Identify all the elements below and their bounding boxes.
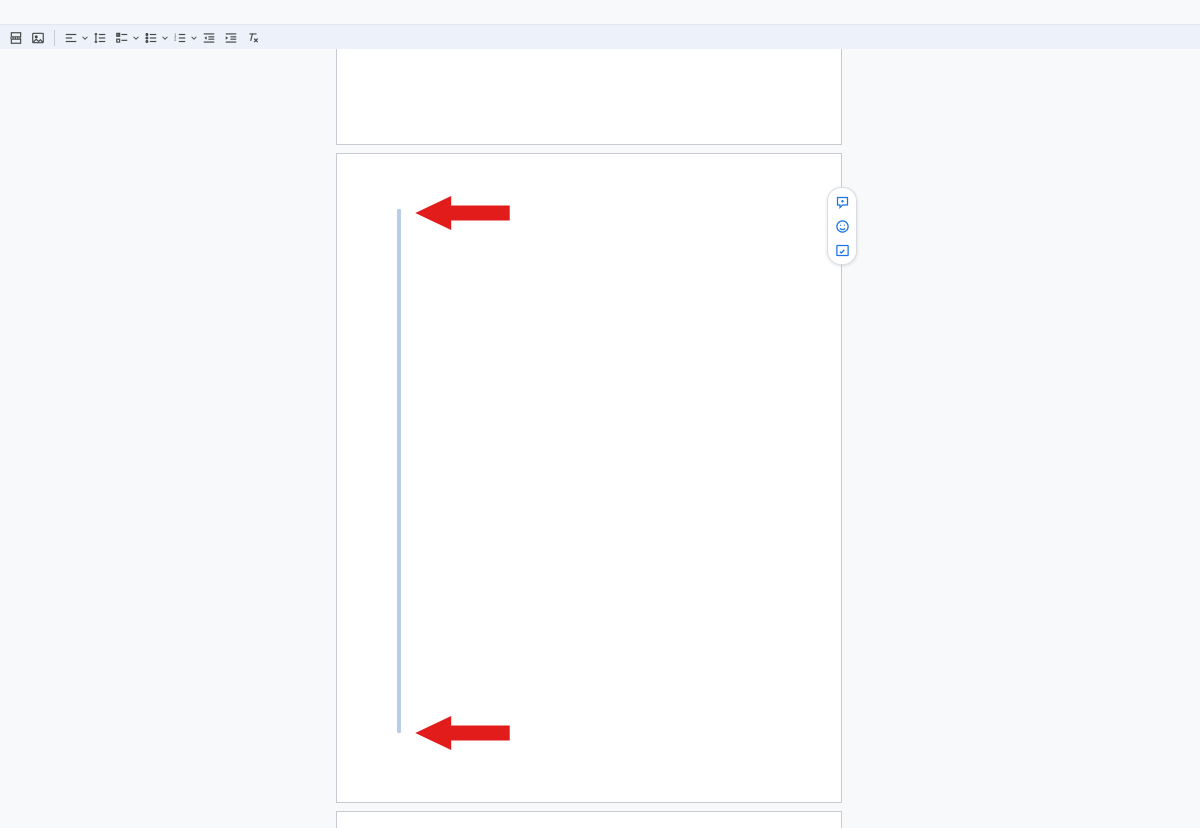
numbered-list-icon: 1 2 <box>173 31 187 45</box>
document-page[interactable] <box>336 153 842 803</box>
align-dropdown[interactable] <box>61 28 88 48</box>
svg-text:2: 2 <box>174 36 177 41</box>
add-comment-icon <box>835 195 850 210</box>
next-page-sliver[interactable]: "Do Not Enter." The sign made it clear t… <box>336 811 842 828</box>
document-canvas[interactable]: "Do Not Enter." The sign made it clear t… <box>0 49 1200 828</box>
increase-indent-button[interactable] <box>221 28 241 48</box>
suggest-edits-button[interactable] <box>830 238 854 262</box>
clear-formatting-button[interactable] <box>243 28 263 48</box>
numbered-list-dropdown[interactable]: 1 2 <box>170 28 197 48</box>
line-spacing-button[interactable] <box>90 28 110 48</box>
side-action-pill <box>827 187 857 265</box>
chevron-down-icon <box>162 35 168 41</box>
checklist-dropdown[interactable] <box>112 28 139 48</box>
emoji-icon <box>835 219 850 234</box>
line-spacing-icon <box>93 31 107 45</box>
annotation-arrow-bottom <box>415 716 510 750</box>
bulleted-list-icon <box>144 31 158 45</box>
text-selection-highlight <box>397 209 401 733</box>
decrease-indent-icon <box>202 31 216 45</box>
chevron-down-icon <box>133 35 139 41</box>
bulleted-list-dropdown[interactable] <box>141 28 168 48</box>
align-left-icon <box>64 31 78 45</box>
page-break-button[interactable] <box>6 28 26 48</box>
chevron-down-icon <box>191 35 197 41</box>
add-reaction-button[interactable] <box>830 214 854 238</box>
increase-indent-icon <box>224 31 238 45</box>
add-comment-button[interactable] <box>830 190 854 214</box>
decrease-indent-button[interactable] <box>199 28 219 48</box>
annotation-arrow-top <box>415 196 510 230</box>
clear-formatting-icon <box>246 31 260 45</box>
chevron-down-icon <box>82 35 88 41</box>
suggest-edits-icon <box>835 243 850 258</box>
toolbar-separator <box>54 30 55 46</box>
insert-image-button[interactable] <box>28 28 48 48</box>
checklist-icon <box>115 31 129 45</box>
formatting-toolbar: 1 2 <box>0 24 1200 51</box>
page-break-icon <box>9 31 23 45</box>
previous-page-sliver[interactable] <box>336 49 842 145</box>
app-top-spacer <box>0 0 1200 24</box>
image-icon <box>31 31 45 45</box>
